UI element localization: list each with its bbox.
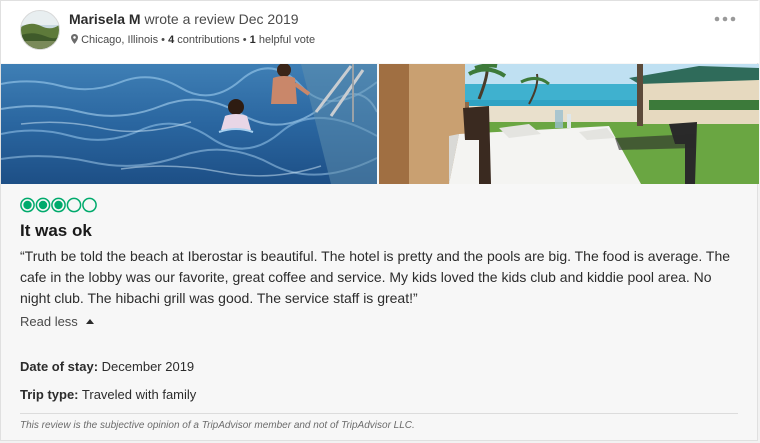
more-dots-icon — [714, 16, 736, 22]
helpful-votes-count: 1 — [249, 34, 256, 46]
review-byline: Marisela M wrote a review Dec 2019 — [69, 11, 299, 27]
divider — [20, 413, 738, 414]
date-of-stay-value: December 2019 — [101, 359, 195, 374]
author-name[interactable]: Marisela M — [69, 11, 141, 27]
meta-separator: • — [242, 34, 247, 46]
caret-up-icon — [85, 319, 94, 324]
review-photos — [1, 64, 759, 184]
contributions-count: 4 — [168, 34, 175, 46]
review-header: Marisela M wrote a review Dec 2019 Chica… — [1, 1, 759, 63]
review-card: Marisela M wrote a review Dec 2019 Chica… — [0, 0, 759, 441]
review-text: “Truth be told the beach at Iberostar is… — [20, 248, 731, 306]
date-of-stay-label: Date of stay: — [20, 359, 99, 374]
helpful-votes-label: helpful vote — [258, 34, 316, 46]
review-disclaimer: This review is the subjective opinion of… — [20, 420, 415, 431]
rating-bubble-fill — [23, 200, 32, 210]
read-less-link[interactable]: Read less — [20, 314, 94, 329]
avatar-image — [21, 11, 59, 49]
trip-type-value: Traveled with family — [81, 387, 197, 402]
contributions-label: contributions — [177, 34, 240, 46]
avatar[interactable] — [20, 10, 60, 50]
trip-type: Trip type: Traveled with family — [20, 387, 196, 402]
review-title[interactable]: It was ok — [20, 221, 92, 241]
review-photo-pool[interactable] — [1, 64, 377, 184]
rating-bubble — [66, 197, 82, 213]
pool-photo-image — [1, 64, 377, 184]
review-action-text: wrote a review Dec 2019 — [144, 11, 299, 27]
rating-bubble — [82, 197, 97, 213]
meta-separator: • — [161, 34, 166, 46]
author-location: Chicago, Illinois — [81, 34, 159, 46]
bubble-rating — [20, 197, 100, 218]
rating-bubble-fill — [54, 200, 63, 210]
read-less-label: Read less — [20, 314, 78, 329]
trip-type-label: Trip type: — [20, 387, 79, 402]
rating-bubbles — [20, 197, 97, 213]
author-meta: Chicago, Illinois • 4 contributions • 1 … — [71, 34, 315, 46]
review-photo-restaurant[interactable] — [379, 64, 759, 184]
date-of-stay: Date of stay: December 2019 — [20, 359, 194, 374]
more-options-button[interactable] — [713, 11, 737, 27]
restaurant-photo-image — [379, 64, 759, 184]
rating-bubble-fill — [38, 200, 48, 210]
location-pin-icon — [71, 34, 78, 44]
